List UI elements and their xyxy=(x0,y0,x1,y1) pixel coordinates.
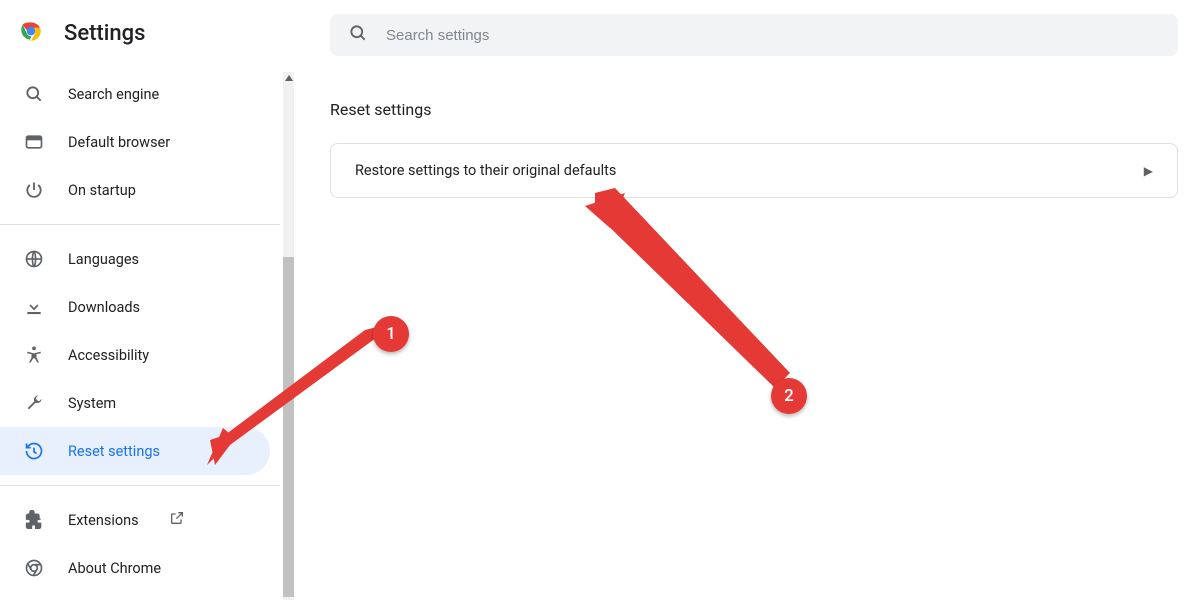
scroll-up-arrow-icon[interactable] xyxy=(285,75,293,81)
sidebar-scrollbar[interactable] xyxy=(283,72,294,600)
search-bar[interactable] xyxy=(330,14,1178,56)
sidebar-item-about-chrome[interactable]: About Chrome xyxy=(0,544,270,592)
sidebar-item-system[interactable]: System xyxy=(0,379,270,427)
sidebar-item-label: On startup xyxy=(68,182,136,199)
main-content: Reset settings Restore settings to their… xyxy=(330,100,1178,198)
restore-icon xyxy=(24,441,44,461)
search-icon xyxy=(348,23,368,47)
sidebar-item-label: System xyxy=(68,395,116,412)
row-label: Restore settings to their original defau… xyxy=(355,162,616,179)
download-icon xyxy=(24,297,44,317)
sidebar-item-label: Languages xyxy=(68,251,139,268)
sidebar-item-label: Downloads xyxy=(68,299,140,316)
sidebar-item-label: Default browser xyxy=(68,134,170,151)
sidebar: Search engine Default browser On startup… xyxy=(0,70,280,600)
settings-card: Restore settings to their original defau… xyxy=(330,143,1178,198)
sidebar-item-label: About Chrome xyxy=(68,560,161,577)
sidebar-item-label: Search engine xyxy=(68,86,159,103)
globe-icon xyxy=(24,249,44,269)
chrome-icon xyxy=(24,558,44,578)
page-title: Settings xyxy=(64,21,145,46)
annotation-badge-1: 1 xyxy=(373,316,409,352)
sidebar-item-search-engine[interactable]: Search engine xyxy=(0,70,270,118)
sidebar-item-extensions[interactable]: Extensions xyxy=(0,496,270,544)
sidebar-item-languages[interactable]: Languages xyxy=(0,235,270,283)
sidebar-item-accessibility[interactable]: Accessibility xyxy=(0,331,270,379)
power-icon xyxy=(24,180,44,200)
sidebar-item-downloads[interactable]: Downloads xyxy=(0,283,270,331)
restore-defaults-row[interactable]: Restore settings to their original defau… xyxy=(331,144,1177,197)
sidebar-item-on-startup[interactable]: On startup xyxy=(0,166,270,214)
section-title: Reset settings xyxy=(330,100,1178,119)
external-link-icon xyxy=(169,510,185,530)
sidebar-divider xyxy=(0,485,280,486)
wrench-icon xyxy=(24,393,44,413)
scrollbar-thumb[interactable] xyxy=(283,257,294,597)
chevron-right-icon: ▶ xyxy=(1144,164,1153,178)
sidebar-divider xyxy=(0,224,280,225)
annotation-badge-2: 2 xyxy=(771,378,807,414)
sidebar-item-reset-settings[interactable]: Reset settings xyxy=(0,427,270,475)
search-icon xyxy=(24,84,44,104)
sidebar-item-label: Accessibility xyxy=(68,347,149,364)
sidebar-item-label: Reset settings xyxy=(68,443,160,460)
accessibility-icon xyxy=(24,345,44,365)
extension-icon xyxy=(24,510,44,530)
sidebar-item-label: Extensions xyxy=(68,512,139,529)
sidebar-item-default-browser[interactable]: Default browser xyxy=(0,118,270,166)
chrome-logo-icon xyxy=(18,18,44,48)
browser-icon xyxy=(24,132,44,152)
annotation-arrow-2 xyxy=(580,188,800,398)
search-input[interactable] xyxy=(386,27,1160,44)
